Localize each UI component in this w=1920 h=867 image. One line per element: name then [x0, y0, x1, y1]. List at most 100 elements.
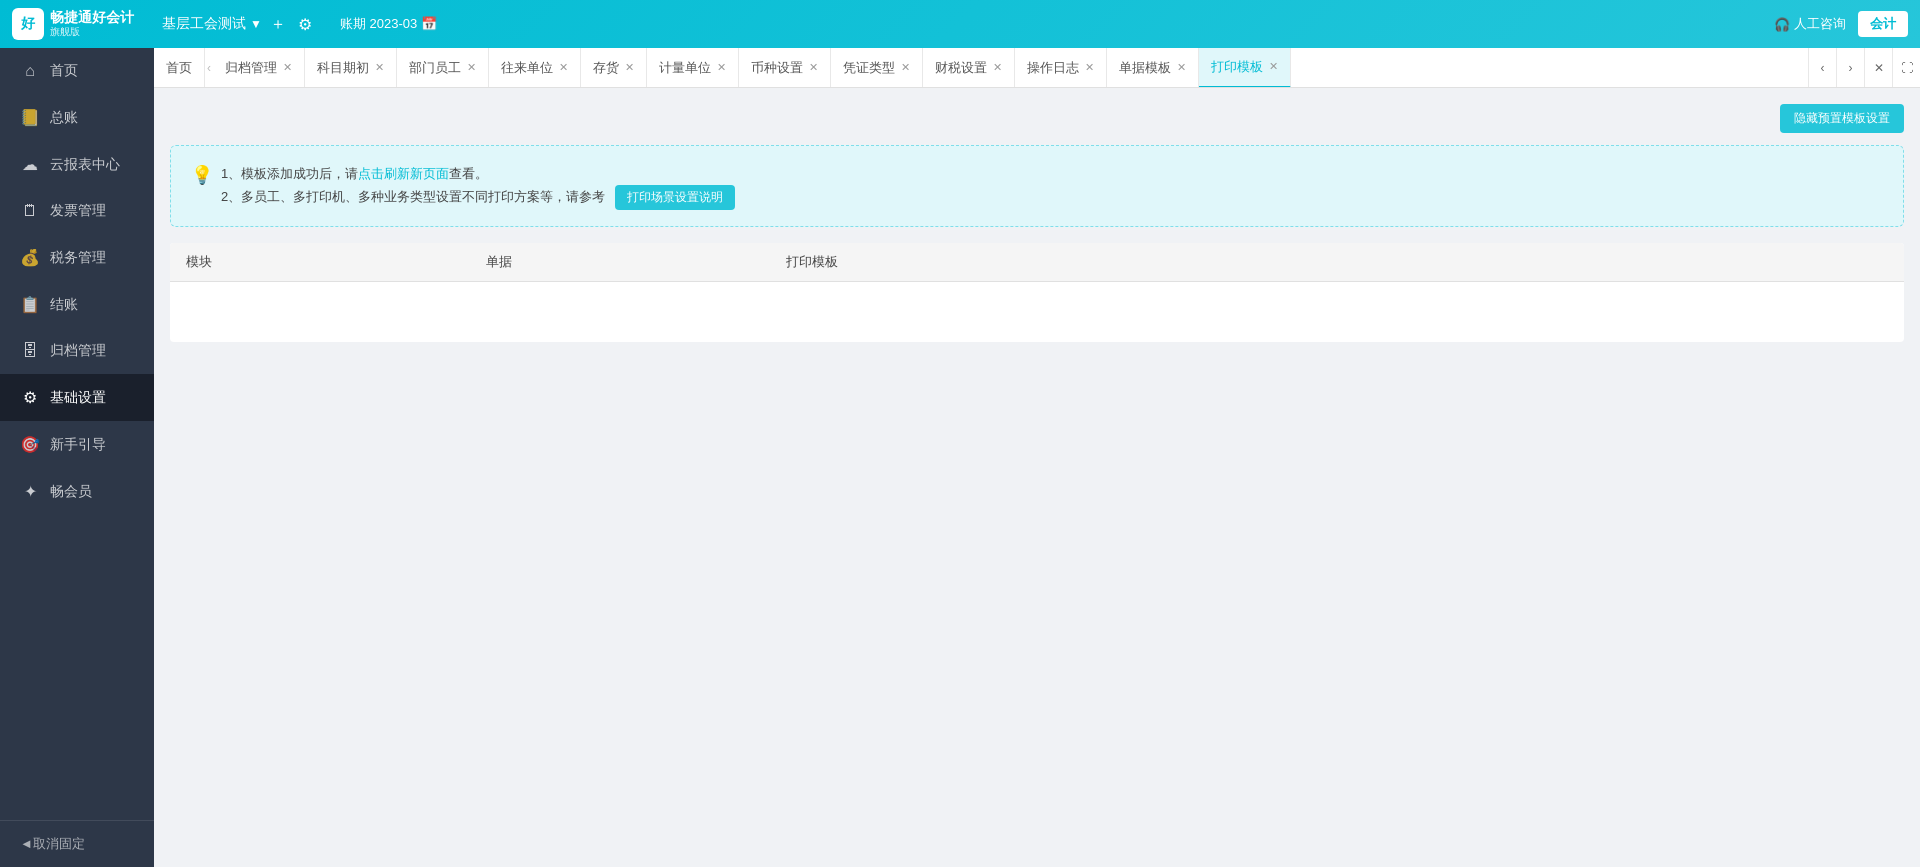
settle-icon: 📋: [20, 295, 40, 314]
tab-currency[interactable]: 币种设置 ✕: [739, 48, 831, 88]
close-taxsetting-icon[interactable]: ✕: [993, 61, 1002, 74]
sidebar-label-report: 云报表中心: [50, 156, 120, 174]
tab-template[interactable]: 单据模板 ✕: [1107, 48, 1199, 88]
sidebar-label-home: 首页: [50, 62, 78, 80]
home-icon: ⌂: [20, 62, 40, 80]
page-content: 隐藏预置模板设置 💡 1、模板添加成功后，请点击刷新新页面查看。 2、多员工、多…: [154, 88, 1920, 867]
close-department-icon[interactable]: ✕: [467, 61, 476, 74]
info-line2: 2、多员工、多打印机、多种业务类型设置不同打印方案等，请参考 打印场景设置说明: [221, 185, 735, 210]
sidebar-item-report[interactable]: ☁ 云报表中心: [0, 141, 154, 188]
sidebar-item-settings[interactable]: ⚙ 基础设置: [0, 374, 154, 421]
col-document: 单据: [470, 243, 770, 281]
top-center: 基层工会测试 ▼ ＋ ⚙ 账期 2023-03 📅: [162, 14, 1774, 35]
tab-prev-btn[interactable]: ‹: [1808, 48, 1836, 88]
tab-oplog[interactable]: 操作日志 ✕: [1015, 48, 1107, 88]
data-table: 模块 单据 打印模板: [170, 243, 1904, 342]
col-module: 模块: [170, 243, 470, 281]
archive-icon: 🗄: [20, 342, 40, 360]
top-bar: 好 畅捷通好会计 旗舰版 基层工会测试 ▼ ＋ ⚙ 账期 2023-03 📅 🎧…: [0, 0, 1920, 48]
tab-subject[interactable]: 科目期初 ✕: [305, 48, 397, 88]
tab-nav-left-icon[interactable]: ‹: [205, 61, 213, 75]
sidebar-label-settings: 基础设置: [50, 389, 106, 407]
member-icon: ✦: [20, 482, 40, 501]
sidebar-item-tax[interactable]: 💰 税务管理: [0, 234, 154, 281]
hide-preview-area: 隐藏预置模板设置: [170, 104, 1904, 133]
tab-close-all-btn[interactable]: ✕: [1864, 48, 1892, 88]
top-actions: ＋ ⚙: [270, 14, 312, 35]
company-name: 基层工会测试: [162, 15, 246, 33]
sidebar-item-archive[interactable]: 🗄 归档管理: [0, 328, 154, 374]
tab-bar: 首页 ‹ 归档管理 ✕ 科目期初 ✕ 部门员工 ✕ 往来单位 ✕ 存货 ✕: [154, 48, 1920, 88]
sidebar-label-archive: 归档管理: [50, 342, 106, 360]
sidebar-item-member[interactable]: ✦ 畅会员: [0, 468, 154, 515]
unpin-button[interactable]: ◄取消固定: [0, 820, 154, 867]
info-line1: 1、模板添加成功后，请点击刷新新页面查看。: [221, 162, 735, 185]
headset-icon: 🎧: [1774, 17, 1790, 32]
tax-icon: 💰: [20, 248, 40, 267]
sidebar-label-tax: 税务管理: [50, 249, 106, 267]
close-voucher-icon[interactable]: ✕: [901, 61, 910, 74]
tab-print[interactable]: 打印模板 ✕: [1199, 48, 1291, 88]
close-template-icon[interactable]: ✕: [1177, 61, 1186, 74]
tab-measure[interactable]: 计量单位 ✕: [647, 48, 739, 88]
close-currency-icon[interactable]: ✕: [809, 61, 818, 74]
sidebar-item-invoice[interactable]: 🗒 发票管理: [0, 188, 154, 234]
col-print-template: 打印模板: [770, 243, 1904, 281]
close-print-icon[interactable]: ✕: [1269, 60, 1278, 73]
period-label: 账期 2023-03 📅: [340, 15, 437, 33]
close-inventory-icon[interactable]: ✕: [625, 61, 634, 74]
tab-department[interactable]: 部门员工 ✕: [397, 48, 489, 88]
sidebar: ⌂ 首页 📒 总账 ☁ 云报表中心 🗒 发票管理 💰 税务管理 📋 结账 🗄 归…: [0, 48, 154, 867]
guide-icon: 🎯: [20, 435, 40, 454]
close-archive-icon[interactable]: ✕: [283, 61, 292, 74]
cloud-icon: ☁: [20, 155, 40, 174]
company-selector[interactable]: 基层工会测试 ▼: [162, 15, 262, 33]
settings-sidebar-icon: ⚙: [20, 388, 40, 407]
help-button[interactable]: 🎧 人工咨询: [1774, 15, 1846, 33]
settings-icon[interactable]: ⚙: [298, 15, 312, 34]
logo-icon: 好: [12, 8, 44, 40]
tab-voucher[interactable]: 凭证类型 ✕: [831, 48, 923, 88]
content-area: 首页 ‹ 归档管理 ✕ 科目期初 ✕ 部门员工 ✕ 往来单位 ✕ 存货 ✕: [154, 48, 1920, 867]
sidebar-label-guide: 新手引导: [50, 436, 106, 454]
sidebar-label-member: 畅会员: [50, 483, 92, 501]
info-box-row: 💡 1、模板添加成功后，请点击刷新新页面查看。 2、多员工、多打印机、多种业务类…: [191, 162, 1883, 210]
sidebar-label-invoice: 发票管理: [50, 202, 106, 220]
app-logo: 好 畅捷通好会计 旗舰版: [12, 8, 162, 40]
close-partner-icon[interactable]: ✕: [559, 61, 568, 74]
sidebar-item-settle[interactable]: 📋 结账: [0, 281, 154, 328]
hide-preview-button[interactable]: 隐藏预置模板设置: [1780, 104, 1904, 133]
sidebar-label-settle: 结账: [50, 296, 78, 314]
sidebar-item-ledger[interactable]: 📒 总账: [0, 94, 154, 141]
close-measure-icon[interactable]: ✕: [717, 61, 726, 74]
table-header: 模块 单据 打印模板: [170, 243, 1904, 282]
top-right: 🎧 人工咨询 会计: [1774, 11, 1908, 37]
ledger-icon: 📒: [20, 108, 40, 127]
add-icon[interactable]: ＋: [270, 14, 286, 35]
tab-archive[interactable]: 归档管理 ✕: [213, 48, 305, 88]
sidebar-label-ledger: 总账: [50, 109, 78, 127]
tab-next-btn[interactable]: ›: [1836, 48, 1864, 88]
app-sub: 旗舰版: [50, 25, 134, 39]
refresh-link[interactable]: 点击刷新新页面: [358, 166, 449, 181]
main-layout: ⌂ 首页 📒 总账 ☁ 云报表中心 🗒 发票管理 💰 税务管理 📋 结账 🗄 归…: [0, 48, 1920, 867]
close-subject-icon[interactable]: ✕: [375, 61, 384, 74]
account-button[interactable]: 会计: [1858, 11, 1908, 37]
sidebar-item-home[interactable]: ⌂ 首页: [0, 48, 154, 94]
table-body: [170, 282, 1904, 342]
info-box: 💡 1、模板添加成功后，请点击刷新新页面查看。 2、多员工、多打印机、多种业务类…: [170, 145, 1904, 227]
sidebar-item-guide[interactable]: 🎯 新手引导: [0, 421, 154, 468]
tab-taxsetting[interactable]: 财税设置 ✕: [923, 48, 1015, 88]
explain-button[interactable]: 打印场景设置说明: [615, 185, 735, 210]
tab-partner[interactable]: 往来单位 ✕: [489, 48, 581, 88]
close-oplog-icon[interactable]: ✕: [1085, 61, 1094, 74]
invoice-icon: 🗒: [20, 202, 40, 220]
tab-home[interactable]: 首页: [154, 48, 205, 88]
app-name: 畅捷通好会计: [50, 9, 134, 26]
bulb-icon: 💡: [191, 164, 213, 186]
company-chevron-icon: ▼: [250, 17, 262, 31]
info-text: 1、模板添加成功后，请点击刷新新页面查看。 2、多员工、多打印机、多种业务类型设…: [221, 162, 735, 210]
tab-inventory[interactable]: 存货 ✕: [581, 48, 647, 88]
tab-nav-buttons: ‹ › ✕ ⛶: [1808, 48, 1920, 88]
tab-expand-btn[interactable]: ⛶: [1892, 48, 1920, 88]
